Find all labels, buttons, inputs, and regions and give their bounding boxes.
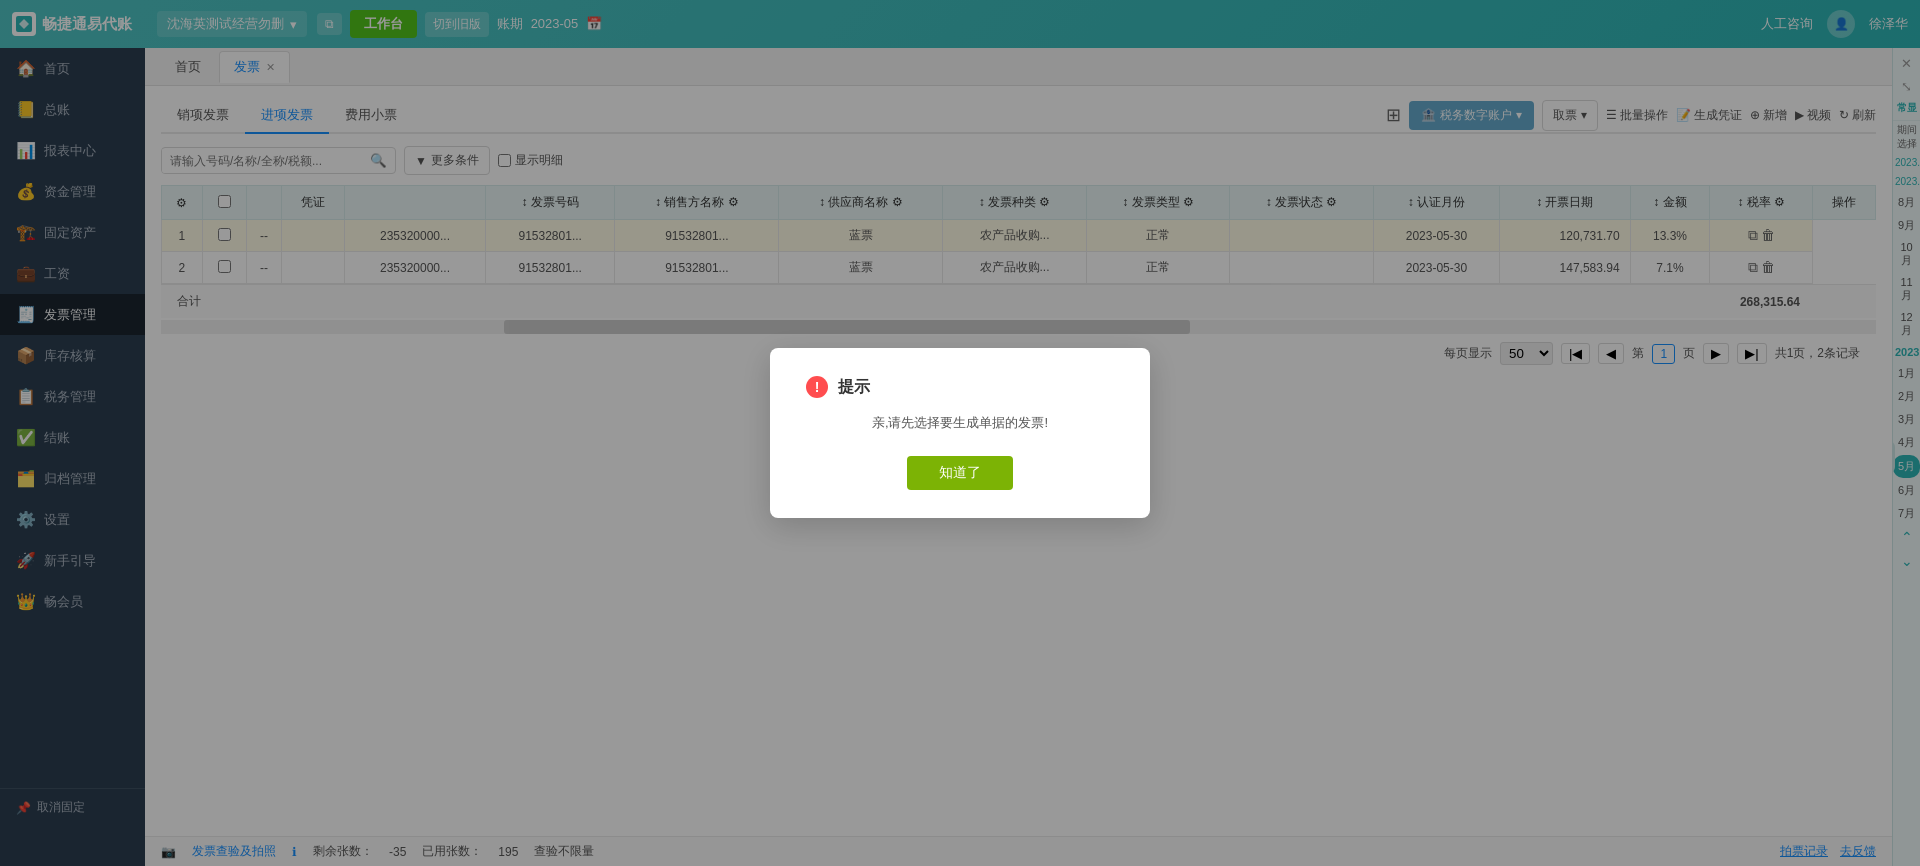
modal-confirm-button[interactable]: 知道了 <box>907 456 1013 490</box>
modal-header: ! 提示 <box>806 376 870 398</box>
modal-footer: 知道了 <box>806 456 1114 490</box>
modal-message: 亲,请先选择要生成单据的发票! <box>872 415 1048 430</box>
modal-title: 提示 <box>838 377 870 398</box>
modal-dialog: ! 提示 亲,请先选择要生成单据的发票! 知道了 <box>770 348 1150 518</box>
modal-overlay[interactable]: ! 提示 亲,请先选择要生成单据的发票! 知道了 <box>0 0 1920 866</box>
modal-warning-icon: ! <box>806 376 828 398</box>
modal-body: 亲,请先选择要生成单据的发票! <box>806 414 1114 432</box>
